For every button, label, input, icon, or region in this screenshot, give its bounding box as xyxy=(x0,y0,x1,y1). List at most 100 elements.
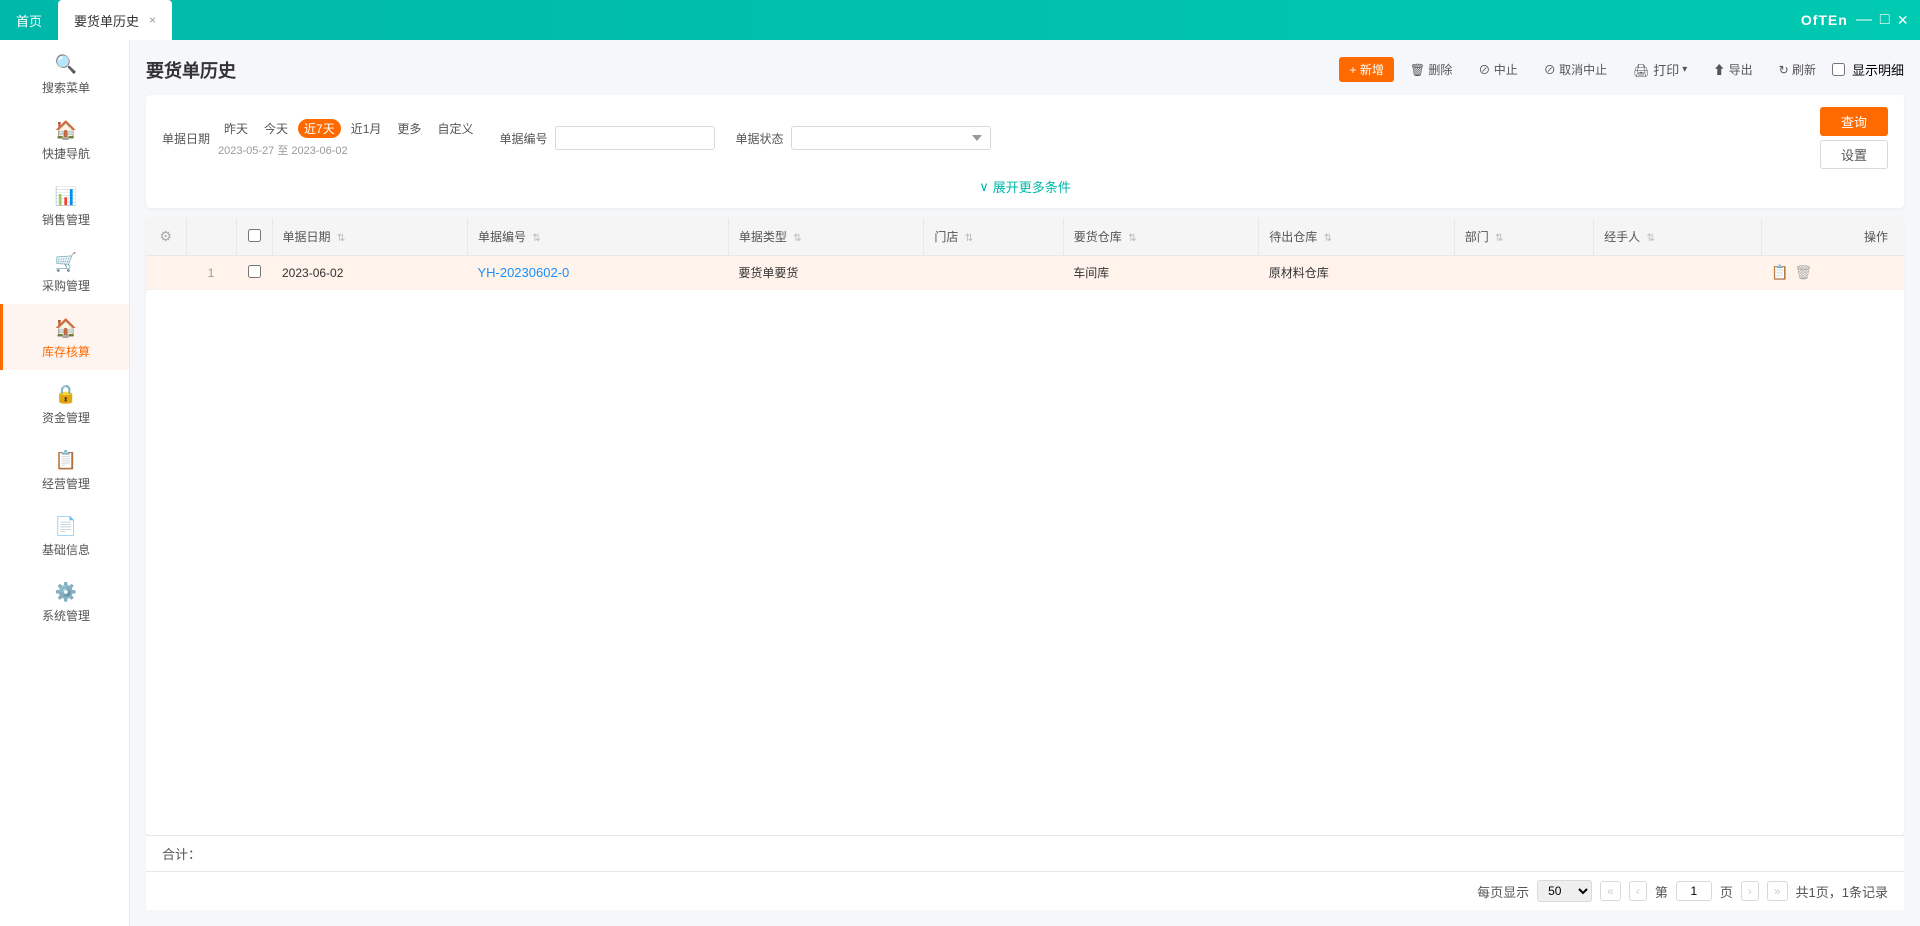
date-filter-label: 单据日期 xyxy=(162,130,210,147)
expand-more-btn[interactable]: ∨ 展开更多条件 xyxy=(162,177,1888,196)
col-department-header[interactable]: 部门 ⇅ xyxy=(1454,218,1593,256)
per-page-label: 每页显示 xyxy=(1477,882,1529,901)
date-yesterday[interactable]: 昨天 xyxy=(218,119,254,138)
cancel-stop-button[interactable]: ⊘ 取消中止 xyxy=(1534,57,1617,82)
search-menu-icon: 🔍 xyxy=(55,54,77,75)
col-doc-date-header[interactable]: 单据日期 ⇅ xyxy=(272,218,467,256)
col-operation-header: 操作 xyxy=(1761,218,1904,256)
refresh-button[interactable]: ↻ 刷新 xyxy=(1769,57,1826,82)
sidebar-item-system-mgmt[interactable]: ⚙️ 系统管理 xyxy=(0,568,129,634)
status-select[interactable] xyxy=(791,126,991,150)
doc-no-link-0[interactable]: YH-20230602-0 xyxy=(477,265,569,280)
page-header: 要货单历史 + 新增 🗑 删除 ⊘ 中止 ⊘ 取消中止 🖨 打印 ▾ ⬆ 导出 … xyxy=(146,56,1904,83)
col-num-header xyxy=(186,218,236,256)
col-doc-no-header[interactable]: 单据编号 ⇅ xyxy=(467,218,728,256)
col-settings-header[interactable]: ⚙ xyxy=(146,218,186,256)
add-button[interactable]: + 新增 xyxy=(1339,57,1393,82)
query-button[interactable]: 查询 xyxy=(1820,107,1888,136)
page-title: 要货单历史 xyxy=(146,57,236,83)
row-store-0 xyxy=(924,256,1063,290)
row-checkbox-0[interactable] xyxy=(248,265,261,278)
row-operation-0: 📋 🗑 xyxy=(1761,256,1904,290)
sort-store-icon[interactable]: ⇅ xyxy=(965,233,973,244)
tab-list: 首页 要货单历史 × xyxy=(0,0,172,40)
sort-pending-warehouse-icon[interactable]: ⇅ xyxy=(1324,233,1332,244)
table-body: 1 2023-06-02 YH-20230602-0 要货单要货 车间库 原材料… xyxy=(146,256,1904,290)
row-check-0[interactable] xyxy=(236,256,272,290)
maximize-btn[interactable]: □ xyxy=(1880,11,1890,29)
sidebar-item-sales-label: 销售管理 xyxy=(42,211,90,228)
per-page-select[interactable]: 50 10 20 100 xyxy=(1537,880,1592,902)
tab-home-label: 首页 xyxy=(16,11,42,30)
date-shortcuts: 昨天 今天 近7天 近1月 更多 自定义 xyxy=(218,119,479,138)
sidebar-item-purchase-label: 采购管理 xyxy=(42,277,90,294)
close-btn[interactable]: × xyxy=(1897,10,1908,31)
table-footer: 合计： xyxy=(146,835,1904,871)
gear-icon[interactable]: ⚙ xyxy=(159,228,172,245)
next-page-btn[interactable]: › xyxy=(1741,881,1759,901)
export-button[interactable]: ⬆ 导出 xyxy=(1703,57,1762,82)
row-edit-icon-0[interactable]: 📋 xyxy=(1771,264,1788,281)
date-custom[interactable]: 自定义 xyxy=(431,119,479,138)
sidebar-item-system-label: 系统管理 xyxy=(42,607,90,624)
system-mgmt-icon: ⚙️ xyxy=(55,582,77,603)
setting-button[interactable]: 设置 xyxy=(1820,140,1888,169)
select-all-checkbox[interactable] xyxy=(248,229,261,242)
sidebar-item-purchase-mgmt[interactable]: 🛒 采购管理 xyxy=(0,238,129,304)
status-filter-group: 单据状态 xyxy=(735,126,991,150)
col-doc-type-header[interactable]: 单据类型 ⇅ xyxy=(728,218,923,256)
sort-doc-date-icon[interactable]: ⇅ xyxy=(337,233,345,244)
docno-input[interactable] xyxy=(555,126,715,150)
filter-area: 单据日期 昨天 今天 近7天 近1月 更多 自定义 2023-05-27 至 2… xyxy=(146,95,1904,208)
table-container: ⚙ 单据日期 ⇅ 单据编号 ⇅ 单据类型 ⇅ xyxy=(146,218,1904,835)
tab-close-icon[interactable]: × xyxy=(149,13,156,27)
col-pending-warehouse-header[interactable]: 待出仓库 ⇅ xyxy=(1259,218,1454,256)
sidebar-item-operation-mgmt[interactable]: 📋 经营管理 xyxy=(0,436,129,502)
table-row: 1 2023-06-02 YH-20230602-0 要货单要货 车间库 原材料… xyxy=(146,256,1904,290)
tab-home[interactable]: 首页 xyxy=(0,0,58,40)
col-req-warehouse-header[interactable]: 要货仓库 ⇅ xyxy=(1063,218,1258,256)
col-handler-header[interactable]: 经手人 ⇅ xyxy=(1594,218,1761,256)
sort-department-icon[interactable]: ⇅ xyxy=(1495,233,1503,244)
sort-handler-icon[interactable]: ⇅ xyxy=(1646,233,1654,244)
date-last7days[interactable]: 近7天 xyxy=(298,119,341,138)
brand-label: OfTEn xyxy=(1801,12,1848,28)
row-delete-icon-0[interactable]: 🗑 xyxy=(1794,264,1812,281)
sidebar-item-basic-info[interactable]: 📄 基础信息 xyxy=(0,502,129,568)
inventory-icon: 🏠 xyxy=(55,318,77,339)
sidebar-item-operation-label: 经营管理 xyxy=(42,475,90,492)
last-page-btn[interactable]: » xyxy=(1767,881,1788,901)
sidebar-item-inventory-label: 库存核算 xyxy=(42,343,90,360)
operation-mgmt-icon: 📋 xyxy=(55,450,77,471)
first-page-btn[interactable]: « xyxy=(1600,881,1621,901)
tab-requisition-history[interactable]: 要货单历史 × xyxy=(58,0,172,40)
sort-req-warehouse-icon[interactable]: ⇅ xyxy=(1128,233,1136,244)
delete-button[interactable]: 🗑 删除 xyxy=(1400,57,1463,82)
sort-doc-no-icon[interactable]: ⇅ xyxy=(532,233,540,244)
stop-button[interactable]: ⊘ 中止 xyxy=(1468,57,1527,82)
sort-doc-type-icon[interactable]: ⇅ xyxy=(793,233,801,244)
row-doc-no-0[interactable]: YH-20230602-0 xyxy=(467,256,728,290)
tab-requisition-label: 要货单历史 xyxy=(74,11,139,30)
expand-more-icon: ∨ xyxy=(979,179,989,195)
page-input[interactable] xyxy=(1676,881,1712,901)
pagination-bar: 每页显示 50 10 20 100 « ‹ 第 页 › » 共1页，1条记录 xyxy=(146,871,1904,910)
minimize-btn[interactable]: — xyxy=(1856,11,1872,29)
date-last1month[interactable]: 近1月 xyxy=(345,119,388,138)
page-unit: 页 xyxy=(1720,882,1733,901)
sidebar-item-search-menu[interactable]: 🔍 搜索菜单 xyxy=(0,40,129,106)
sidebar: 🔍 搜索菜单 🏠 快捷导航 📊 销售管理 🛒 采购管理 🏠 库存核算 🔒 资金管… xyxy=(0,40,130,926)
sidebar-item-sales-mgmt[interactable]: 📊 销售管理 xyxy=(0,172,129,238)
sidebar-item-search-menu-label: 搜索菜单 xyxy=(42,79,90,96)
sidebar-item-quick-nav[interactable]: 🏠 快捷导航 xyxy=(0,106,129,172)
col-store-header[interactable]: 门店 ⇅ xyxy=(924,218,1063,256)
display-detail-checkbox[interactable] xyxy=(1832,63,1845,76)
date-today[interactable]: 今天 xyxy=(258,119,294,138)
print-button[interactable]: 🖨 打印 ▾ xyxy=(1623,56,1697,83)
sidebar-item-finance-mgmt[interactable]: 🔒 资金管理 xyxy=(0,370,129,436)
sidebar-item-basic-label: 基础信息 xyxy=(42,541,90,558)
top-right-controls: OfTEn — □ × xyxy=(1801,10,1920,31)
prev-page-btn[interactable]: ‹ xyxy=(1629,881,1647,901)
date-more[interactable]: 更多 xyxy=(391,119,427,138)
sidebar-item-inventory[interactable]: 🏠 库存核算 xyxy=(0,304,129,370)
